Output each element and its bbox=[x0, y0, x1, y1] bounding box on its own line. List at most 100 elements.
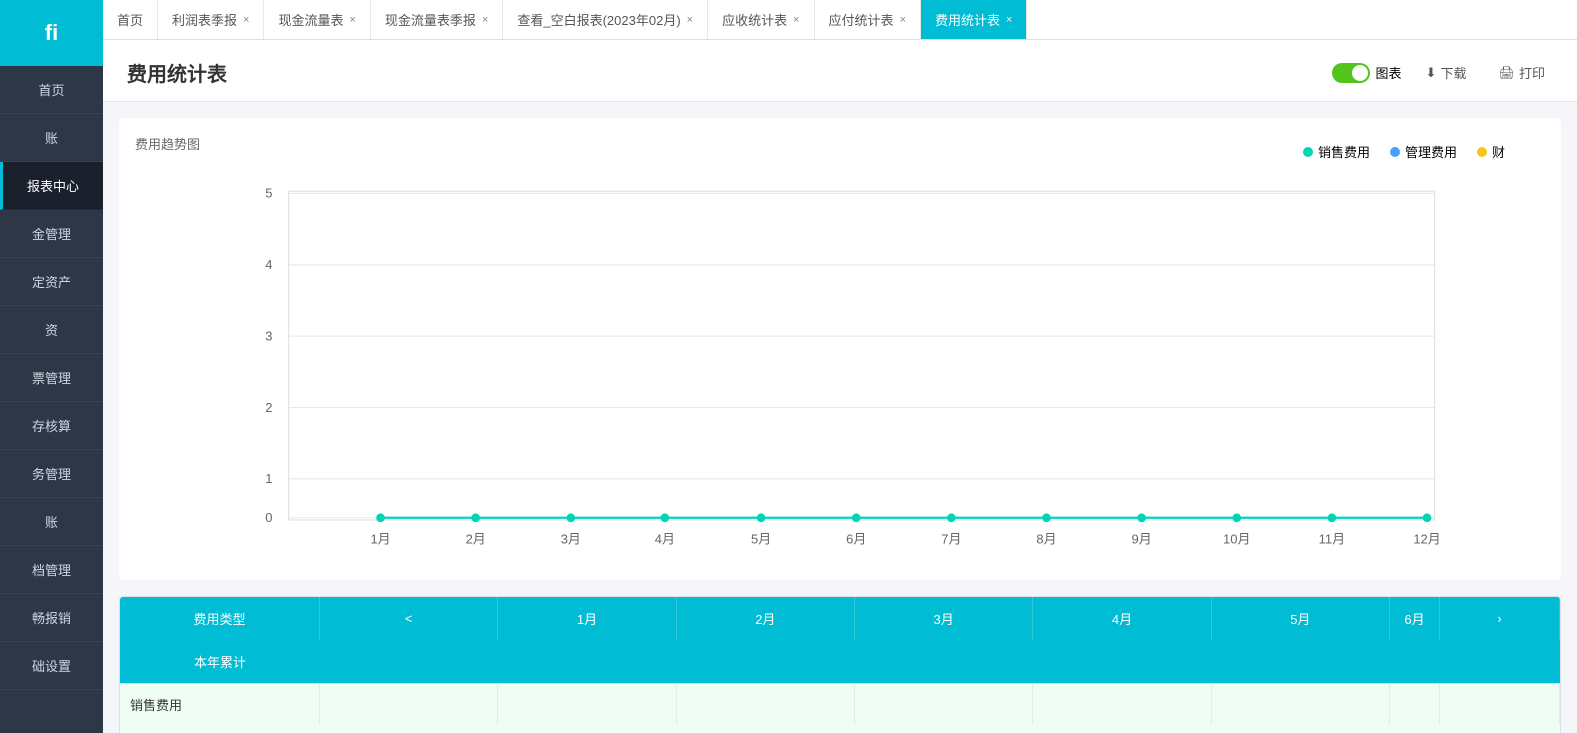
page-title: 费用统计表 bbox=[127, 58, 227, 87]
svg-text:9月: 9月 bbox=[1132, 532, 1152, 547]
svg-text:5月: 5月 bbox=[751, 532, 771, 547]
chart-point bbox=[947, 513, 956, 522]
main-area: 首页 利润表季报 × 现金流量表 × 现金流量表季报 × 查看_空白报表(202… bbox=[103, 0, 1577, 733]
td-m6 bbox=[1390, 684, 1440, 725]
sidebar-item-investment[interactable]: 资 bbox=[0, 306, 103, 354]
td-m5 bbox=[1212, 684, 1390, 725]
svg-text:10月: 10月 bbox=[1223, 532, 1250, 547]
chart-toggle[interactable] bbox=[1332, 63, 1370, 83]
tab-receivable[interactable]: 应收统计表 × bbox=[708, 0, 814, 39]
table-header: 费用类型 < 1月 2月 3月 4月 5月 bbox=[120, 597, 1560, 683]
tab-profit[interactable]: 利润表季报 × bbox=[158, 0, 264, 39]
legend-label-mgmt: 管理费用 bbox=[1405, 142, 1457, 161]
th-month4-label: 4月 bbox=[1112, 609, 1132, 628]
legend-sales: 销售费用 bbox=[1303, 142, 1370, 161]
th-prev-nav[interactable]: < bbox=[320, 597, 498, 640]
sidebar: fi 首页 账 报表中心 金管理 定资产 资 票管理 存核算 务管理 账 档管理… bbox=[0, 0, 103, 733]
page-header: 费用统计表 图表 ⬇ 下载 🖨 打印 bbox=[103, 40, 1577, 102]
chart-container: 费用趋势图 销售费用 管理费用 财 bbox=[119, 118, 1561, 580]
svg-text:2: 2 bbox=[265, 400, 272, 415]
tab-close-payable[interactable]: × bbox=[900, 14, 906, 26]
legend-dot-mgmt bbox=[1390, 147, 1400, 157]
sidebar-item-settings[interactable]: 础设置 bbox=[0, 642, 103, 690]
print-button[interactable]: 🖨 打印 bbox=[1490, 59, 1553, 86]
th-month1-label: 1月 bbox=[577, 609, 597, 628]
sidebar-item-report-center[interactable]: 报表中心 bbox=[0, 162, 103, 210]
svg-text:6月: 6月 bbox=[846, 532, 866, 547]
svg-text:1: 1 bbox=[265, 471, 272, 486]
tab-cashflow[interactable]: 现金流量表 × bbox=[264, 0, 370, 39]
print-icon: 🖨 bbox=[1498, 65, 1515, 81]
sidebar-item-debt[interactable]: 账 bbox=[0, 498, 103, 546]
svg-text:12月: 12月 bbox=[1413, 532, 1440, 547]
table-row: 销售费用 bbox=[120, 683, 1560, 733]
chart-point bbox=[852, 513, 861, 522]
sidebar-item-ticket-mgmt[interactable]: 票管理 bbox=[0, 354, 103, 402]
chart-toggle-label: 图表 bbox=[1376, 63, 1402, 82]
legend-label-finance: 财 bbox=[1492, 142, 1505, 161]
svg-text:3: 3 bbox=[265, 328, 272, 343]
chart-toggle-wrap: 图表 bbox=[1332, 63, 1402, 83]
sidebar-item-fund-mgmt[interactable]: 金管理 bbox=[0, 210, 103, 258]
td-empty bbox=[320, 684, 498, 725]
tab-blank-report[interactable]: 查看_空白报表(2023年02月) × bbox=[503, 0, 708, 39]
tab-close-cashflow[interactable]: × bbox=[349, 14, 355, 26]
chart-point bbox=[1137, 513, 1146, 522]
legend-mgmt: 管理费用 bbox=[1390, 142, 1457, 161]
chart-svg: 5 4 3 2 1 0 bbox=[135, 161, 1545, 561]
chart-point bbox=[376, 513, 385, 522]
svg-text:5: 5 bbox=[265, 186, 272, 201]
chart-area: 5 4 3 2 1 0 bbox=[135, 161, 1545, 564]
th-month3: 3月 bbox=[855, 597, 1033, 640]
svg-text:0: 0 bbox=[265, 510, 272, 525]
th-month6: 6月 bbox=[1390, 597, 1440, 640]
legend-dot-sales bbox=[1303, 147, 1313, 157]
sidebar-item-fixed-assets[interactable]: 定资产 bbox=[0, 258, 103, 306]
svg-text:8月: 8月 bbox=[1036, 532, 1056, 547]
sidebar-item-home[interactable]: 首页 bbox=[0, 66, 103, 114]
svg-text:4: 4 bbox=[265, 257, 272, 272]
sidebar-item-archive-mgmt[interactable]: 档管理 bbox=[0, 546, 103, 594]
td-m1 bbox=[498, 684, 676, 725]
th-month4: 4月 bbox=[1033, 597, 1211, 640]
tab-close-expense[interactable]: × bbox=[1006, 14, 1012, 26]
chart-point bbox=[661, 513, 670, 522]
th-month2-label: 2月 bbox=[755, 609, 775, 628]
sidebar-item-account[interactable]: 账 bbox=[0, 114, 103, 162]
legend-finance: 财 bbox=[1477, 142, 1505, 161]
chart-legend: 销售费用 管理费用 财 bbox=[1303, 142, 1505, 161]
tab-close-cashflow-quarter[interactable]: × bbox=[482, 14, 488, 26]
download-button[interactable]: ⬇ 下载 bbox=[1418, 59, 1475, 86]
th-month6-label: 6月 bbox=[1404, 609, 1424, 628]
legend-label-sales: 销售费用 bbox=[1318, 142, 1370, 161]
sidebar-item-expense-report[interactable]: 畅报销 bbox=[0, 594, 103, 642]
svg-text:4月: 4月 bbox=[655, 532, 675, 547]
svg-text:1月: 1月 bbox=[370, 532, 390, 547]
td-m3 bbox=[855, 684, 1033, 725]
td-type: 销售费用 bbox=[120, 684, 320, 725]
content-area: 费用统计表 图表 ⬇ 下载 🖨 打印 费用趋势图 bbox=[103, 40, 1577, 733]
next-nav-icon[interactable]: › bbox=[1497, 611, 1501, 626]
chart-point bbox=[1423, 513, 1432, 522]
tab-cashflow-quarter[interactable]: 现金流量表季报 × bbox=[371, 0, 503, 39]
tab-close-blank-report[interactable]: × bbox=[687, 14, 693, 26]
th-ytd-label: 本年累计 bbox=[194, 652, 246, 671]
tab-home[interactable]: 首页 bbox=[103, 0, 158, 39]
header-actions: 图表 ⬇ 下载 🖨 打印 bbox=[1332, 59, 1553, 86]
chart-point bbox=[566, 513, 575, 522]
sidebar-item-inventory[interactable]: 存核算 bbox=[0, 402, 103, 450]
sidebar-logo: fi bbox=[0, 0, 103, 66]
th-month2: 2月 bbox=[677, 597, 855, 640]
tab-payable[interactable]: 应付统计表 × bbox=[815, 0, 921, 39]
svg-text:3月: 3月 bbox=[561, 532, 581, 547]
th-next-nav[interactable]: › bbox=[1440, 597, 1560, 640]
tab-expense[interactable]: 费用统计表 × bbox=[921, 0, 1027, 39]
th-month3-label: 3月 bbox=[934, 609, 954, 628]
chart-point bbox=[471, 513, 480, 522]
sidebar-item-service-mgmt[interactable]: 务管理 bbox=[0, 450, 103, 498]
tab-close-receivable[interactable]: × bbox=[793, 14, 799, 26]
svg-text:2月: 2月 bbox=[466, 532, 486, 547]
tab-close-profit[interactable]: × bbox=[243, 14, 249, 26]
prev-nav-icon[interactable]: < bbox=[405, 611, 413, 626]
th-month5-label: 5月 bbox=[1290, 609, 1310, 628]
